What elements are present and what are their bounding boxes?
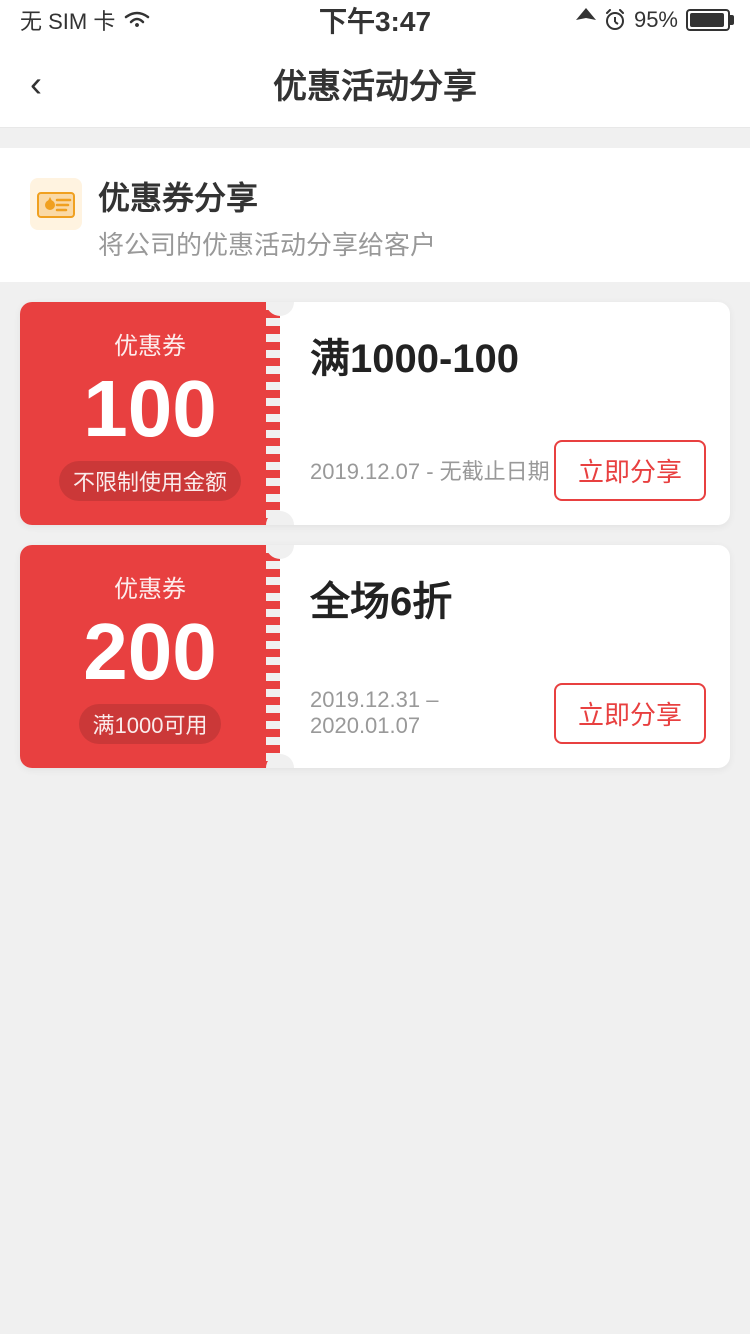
battery-percent: 95% bbox=[634, 7, 678, 33]
coupon-zigzag-2 bbox=[266, 545, 280, 768]
location-icon bbox=[576, 8, 596, 32]
coupon-zigzag-1 bbox=[266, 302, 280, 525]
coupon-left-1: 优惠券 100 不限制使用金额 bbox=[20, 302, 280, 525]
coupon-left-2: 优惠券 200 满1000可用 bbox=[20, 545, 280, 768]
section-text: 优惠券分享 将公司的优惠活动分享给客户 bbox=[98, 176, 436, 262]
no-sim-label: 无 SIM 卡 bbox=[20, 4, 115, 36]
status-left: 无 SIM 卡 bbox=[20, 4, 151, 36]
section-header: 优惠券分享 将公司的优惠活动分享给客户 bbox=[0, 148, 750, 282]
coupon-name-1: 满1000-100 bbox=[310, 326, 706, 384]
coupon-share-icon bbox=[30, 178, 82, 230]
section-subtitle: 将公司的优惠活动分享给客户 bbox=[98, 225, 436, 262]
section-title: 优惠券分享 bbox=[98, 176, 436, 221]
back-button[interactable]: ‹ bbox=[30, 63, 42, 105]
battery-icon bbox=[686, 9, 730, 31]
page-title: 优惠活动分享 bbox=[273, 59, 477, 108]
coupon-right-1: 满1000-100 2019.12.07 - 无截止日期 立即分享 bbox=[280, 302, 730, 525]
coupon-date-2: 2019.12.31 – 2020.01.07 bbox=[310, 687, 554, 739]
coupon-condition-2: 满1000可用 bbox=[79, 704, 222, 744]
nav-bar: ‹ 优惠活动分享 bbox=[0, 40, 750, 128]
coupon-value-2: 200 bbox=[83, 612, 216, 692]
coupon-right-2: 全场6折 2019.12.31 – 2020.01.07 立即分享 bbox=[280, 545, 730, 768]
coupon-list: 优惠券 100 不限制使用金额 满1000-100 2019.12.07 - 无… bbox=[0, 302, 750, 768]
coupon-card-2: 优惠券 200 满1000可用 全场6折 2019.12.31 – 2020.0… bbox=[20, 545, 730, 768]
alarm-icon bbox=[604, 9, 626, 31]
coupon-bottom-1: 2019.12.07 - 无截止日期 立即分享 bbox=[310, 440, 706, 501]
coupon-bottom-2: 2019.12.31 – 2020.01.07 立即分享 bbox=[310, 683, 706, 744]
status-bar: 无 SIM 卡 下午3:47 95% bbox=[0, 0, 750, 40]
coupon-value-1: 100 bbox=[83, 369, 216, 449]
coupon-name-2: 全场6折 bbox=[310, 569, 706, 627]
status-right: 95% bbox=[576, 7, 730, 33]
coupon-card-1: 优惠券 100 不限制使用金额 满1000-100 2019.12.07 - 无… bbox=[20, 302, 730, 525]
wifi-icon bbox=[123, 9, 151, 31]
share-button-1[interactable]: 立即分享 bbox=[554, 440, 706, 501]
coupon-label-2: 优惠券 bbox=[114, 569, 186, 604]
share-button-2[interactable]: 立即分享 bbox=[554, 683, 706, 744]
coupon-label-1: 优惠券 bbox=[114, 326, 186, 361]
coupon-date-1: 2019.12.07 - 无截止日期 bbox=[310, 454, 554, 486]
coupon-condition-1: 不限制使用金额 bbox=[59, 461, 241, 501]
status-time: 下午3:47 bbox=[319, 0, 431, 40]
